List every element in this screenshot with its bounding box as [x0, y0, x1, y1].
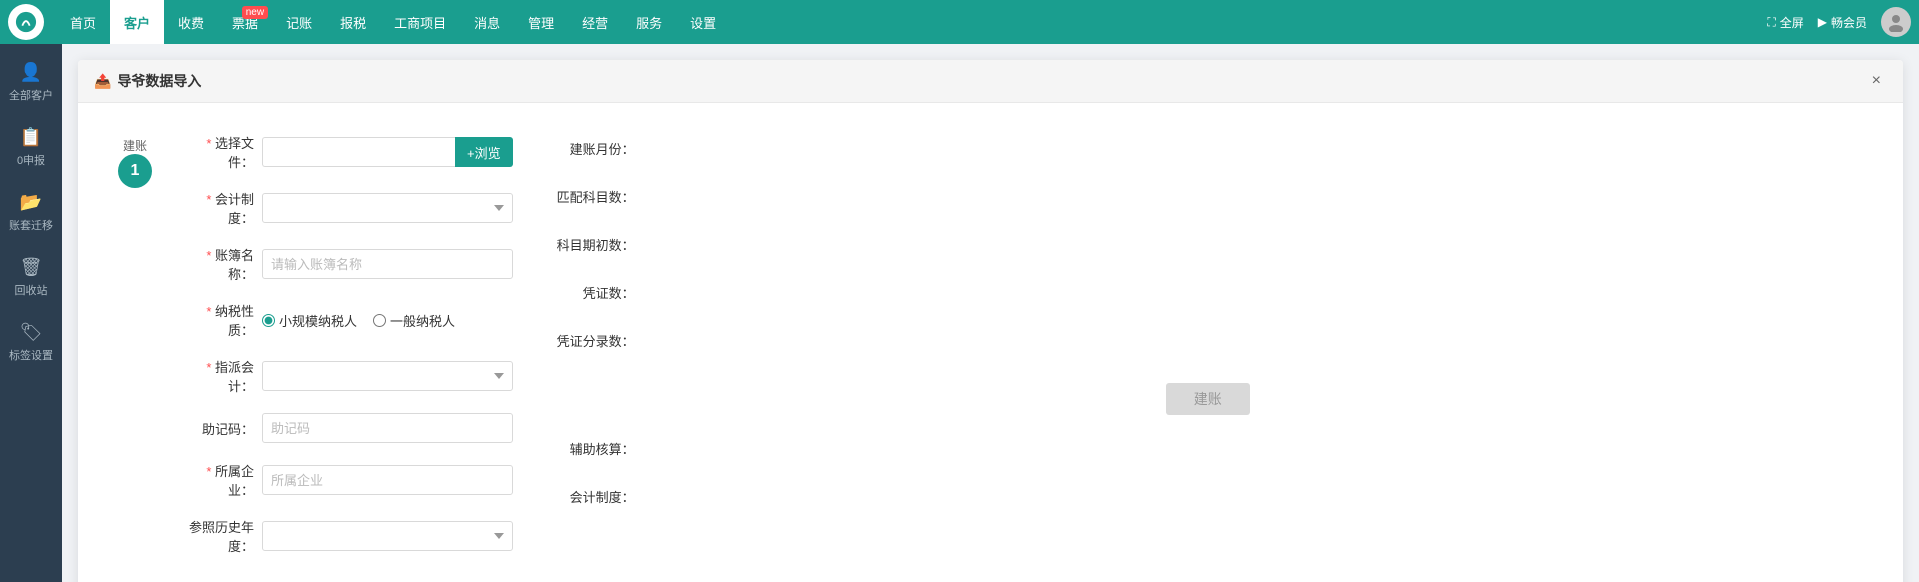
- company-label: 所属企业：: [182, 461, 262, 499]
- step-badge: 1: [118, 154, 152, 188]
- accounting-system-info-label: 会计制度：: [553, 487, 643, 506]
- ledger-label: 账簿名称：: [182, 245, 262, 283]
- sidebar-item-recycle-bin[interactable]: 🗑 回收站: [0, 247, 62, 308]
- tag-settings-icon: 🏷: [20, 322, 43, 343]
- step-indicator: 建账 1: [118, 133, 152, 188]
- tax-label: 纳税性质：: [182, 301, 262, 339]
- match-accounts-row: 匹配科目数：: [553, 181, 1863, 211]
- sidebar-item-zero-declaration[interactable]: 📋 0申报: [0, 117, 62, 178]
- file-select-row: 选择文件： +浏览: [182, 133, 513, 171]
- all-clients-icon: 👤: [20, 62, 42, 83]
- company-input[interactable]: [262, 465, 513, 495]
- nav-message[interactable]: 消息: [460, 0, 514, 44]
- new-badge: new: [242, 6, 268, 19]
- history-year-row: 参照历史年度：: [182, 517, 513, 555]
- nav-operation[interactable]: 经营: [568, 0, 622, 44]
- accounting-select[interactable]: [262, 193, 513, 223]
- ledger-input[interactable]: [262, 249, 513, 279]
- accountant-row: 指派会计：: [182, 357, 513, 395]
- voucher-lines-row: 凭证分录数：: [553, 325, 1863, 355]
- nav-home[interactable]: 首页: [56, 0, 110, 44]
- initial-balance-row: 科目期初数：: [553, 229, 1863, 259]
- accounting-label: 会计制度：: [182, 189, 262, 227]
- voucher-count-row: 凭证数：: [553, 277, 1863, 307]
- file-input-group: +浏览: [262, 137, 513, 167]
- zero-declaration-icon: 📋: [20, 127, 42, 148]
- history-select[interactable]: [262, 521, 513, 551]
- general-taxpayer-option[interactable]: 一般纳税人: [373, 311, 455, 330]
- recycle-bin-icon: 🗑: [20, 257, 43, 278]
- nav-fee[interactable]: 收费: [164, 0, 218, 44]
- file-label: 选择文件：: [182, 133, 262, 171]
- accountant-label: 指派会计：: [182, 357, 262, 395]
- fullscreen-icon: ⛶: [1767, 15, 1775, 30]
- app-logo: [8, 4, 44, 40]
- sidebar-item-all-clients[interactable]: 👤 全部客户: [0, 52, 62, 113]
- sidebar-item-tag-settings[interactable]: 🏷 标签设置: [0, 312, 62, 373]
- top-navigation: 首页 客户 收费 票据 new 记账 报税 工商项目 消息 管理 经营 服务 设…: [0, 0, 1919, 44]
- general-taxpayer-radio[interactable]: [373, 314, 386, 327]
- main-content: 📤 导爷数据导入 × 建账 1: [62, 44, 1919, 582]
- nav-manage[interactable]: 管理: [514, 0, 568, 44]
- aux-accounting-row: 辅助核算：: [553, 433, 1863, 463]
- member-button[interactable]: ▶ 畅会员: [1818, 14, 1867, 31]
- nav-bookkeeping[interactable]: 记账: [272, 0, 326, 44]
- memo-row: 助记码：: [182, 413, 513, 443]
- ledger-name-row: 账簿名称：: [182, 245, 513, 283]
- browse-button[interactable]: +浏览: [455, 137, 513, 167]
- dialog-title: 📤 导爷数据导入: [94, 71, 201, 91]
- tax-type-row: 纳税性质： 小规模纳税人 一般纳税人: [182, 301, 513, 339]
- memo-input[interactable]: [262, 413, 513, 443]
- nav-business[interactable]: 工商项目: [380, 0, 460, 44]
- account-migration-icon: 📂: [20, 192, 42, 213]
- build-month-label: 建账月份：: [553, 139, 643, 158]
- nav-service[interactable]: 服务: [622, 0, 676, 44]
- import-icon: 📤: [94, 73, 111, 90]
- nav-client[interactable]: 客户: [110, 0, 164, 44]
- accounting-system-row: 会计制度：: [182, 189, 513, 227]
- history-label: 参照历史年度：: [182, 517, 262, 555]
- build-account-button[interactable]: 建账: [1166, 383, 1250, 415]
- memo-label: 助记码：: [182, 419, 262, 438]
- create-account-form: 选择文件： +浏览 会计制度：: [182, 133, 513, 573]
- initial-balance-label: 科目期初数：: [553, 235, 643, 254]
- member-icon: ▶: [1818, 15, 1827, 29]
- small-taxpayer-option[interactable]: 小规模纳税人: [262, 311, 357, 330]
- nav-right-area: ⛶ 全屏 ▶ 畅会员: [1767, 7, 1911, 37]
- fullscreen-button[interactable]: ⛶ 全屏: [1767, 14, 1803, 31]
- voucher-count-label: 凭证数：: [553, 283, 643, 302]
- nav-tax[interactable]: 报税: [326, 0, 380, 44]
- build-month-row: 建账月份：: [553, 133, 1863, 163]
- accounting-system-info-row: 会计制度：: [553, 481, 1863, 511]
- dialog-body: 建账 1 选择文件： +浏览: [78, 103, 1903, 582]
- match-accounts-label: 匹配科目数：: [553, 187, 643, 206]
- tax-radio-group: 小规模纳税人 一般纳税人: [262, 311, 455, 330]
- info-section: 建账月份： 匹配科目数： 科目期初数： 凭证数：: [553, 133, 1863, 573]
- nav-menu: 首页 客户 收费 票据 new 记账 报税 工商项目 消息 管理 经营 服务 设…: [56, 0, 730, 44]
- import-dialog: 📤 导爷数据导入 × 建账 1: [78, 60, 1903, 582]
- small-taxpayer-radio[interactable]: [262, 314, 275, 327]
- voucher-lines-label: 凭证分录数：: [553, 331, 643, 350]
- nav-settings[interactable]: 设置: [676, 0, 730, 44]
- file-input[interactable]: [262, 137, 455, 167]
- accountant-select[interactable]: [262, 361, 513, 391]
- company-row: 所属企业：: [182, 461, 513, 499]
- aux-accounting-label: 辅助核算：: [553, 439, 643, 458]
- dialog-close-button[interactable]: ×: [1866, 70, 1887, 92]
- dialog-header: 📤 导爷数据导入 ×: [78, 60, 1903, 103]
- sidebar: 👤 全部客户 📋 0申报 📂 账套迁移 🗑 回收站 🏷 标签设置: [0, 44, 62, 582]
- main-layout: 👤 全部客户 📋 0申报 📂 账套迁移 🗑 回收站 🏷 标签设置 📤 导: [0, 44, 1919, 582]
- sidebar-item-account-migration[interactable]: 📂 账套迁移: [0, 182, 62, 243]
- user-avatar[interactable]: [1881, 7, 1911, 37]
- nav-invoice[interactable]: 票据 new: [218, 0, 272, 44]
